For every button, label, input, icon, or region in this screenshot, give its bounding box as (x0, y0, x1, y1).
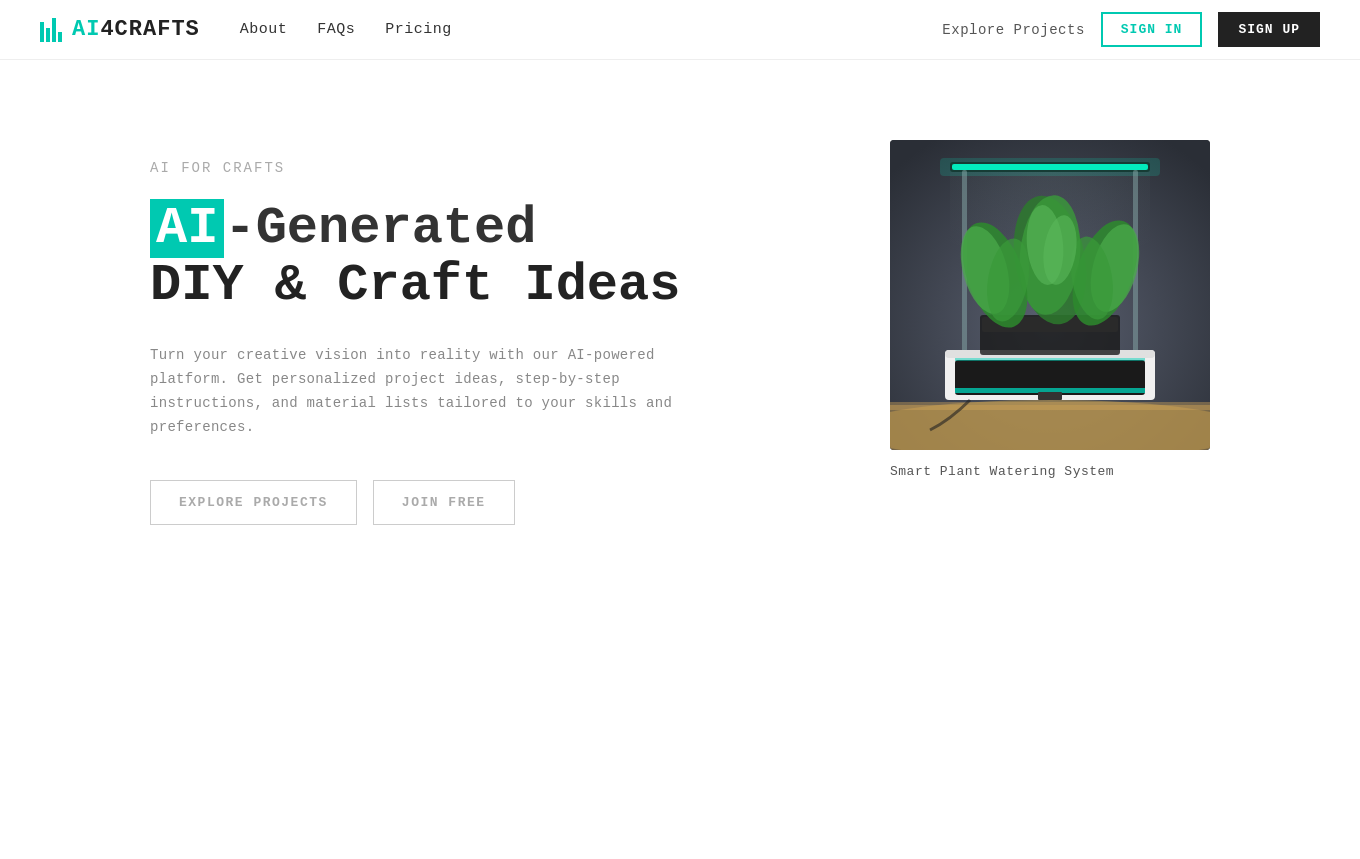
hero-subtitle: AI for CRAFTS (150, 160, 810, 176)
hero-description: Turn your creative vision into reality w… (150, 344, 710, 439)
signin-button[interactable]: SIGN IN (1101, 12, 1203, 47)
header-left: AI4CRAFTS About FAQs Pricing (40, 17, 452, 42)
signup-button[interactable]: SIGN UP (1218, 12, 1320, 47)
logo-bar-3 (52, 18, 56, 42)
explore-projects-button[interactable]: EXPLORE PROJECTS (150, 480, 357, 525)
hero-image-container (890, 140, 1210, 450)
hero-image-section: Smart Plant Watering System (890, 140, 1210, 479)
logo-bar-1 (40, 22, 44, 42)
explore-projects-link[interactable]: Explore Projects (942, 22, 1084, 38)
hero-title-line1: AI-Generated (150, 199, 536, 258)
logo-ai: AI (72, 17, 100, 42)
image-caption: Smart Plant Watering System (890, 464, 1210, 479)
header-right: Explore Projects SIGN IN SIGN UP (942, 12, 1320, 47)
hero-content: AI for CRAFTS AI-Generated DIY & Craft I… (150, 140, 810, 525)
hero-ai-highlight: AI (150, 199, 224, 258)
nav-pricing[interactable]: Pricing (385, 21, 452, 38)
main-content: AI for CRAFTS AI-Generated DIY & Craft I… (0, 60, 1360, 525)
svg-rect-26 (1038, 392, 1062, 400)
nav-about[interactable]: About (240, 21, 288, 38)
logo-bar-4 (58, 32, 62, 42)
logo-bars (40, 18, 62, 42)
nav-faqs[interactable]: FAQs (317, 21, 355, 38)
hero-title: AI-Generated DIY & Craft Ideas (150, 200, 810, 314)
svg-rect-2 (890, 405, 1210, 450)
logo-bar-2 (46, 28, 50, 42)
join-free-button[interactable]: JOIN FREE (373, 480, 515, 525)
logo-text: AI4CRAFTS (72, 17, 200, 42)
hero-title-line2: DIY & Craft Ideas (150, 257, 810, 314)
logo-icon (40, 18, 62, 42)
logo-crafts: 4CRAFTS (100, 17, 199, 42)
hero-buttons: EXPLORE PROJECTS JOIN FREE (150, 480, 810, 525)
hero-title-rest: -Generated (224, 199, 536, 258)
logo[interactable]: AI4CRAFTS (40, 17, 200, 42)
site-header: AI4CRAFTS About FAQs Pricing Explore Pro… (0, 0, 1360, 60)
svg-rect-3 (890, 402, 1210, 410)
plant-image (890, 140, 1210, 450)
main-nav: About FAQs Pricing (240, 21, 452, 38)
svg-rect-27 (955, 358, 1145, 361)
